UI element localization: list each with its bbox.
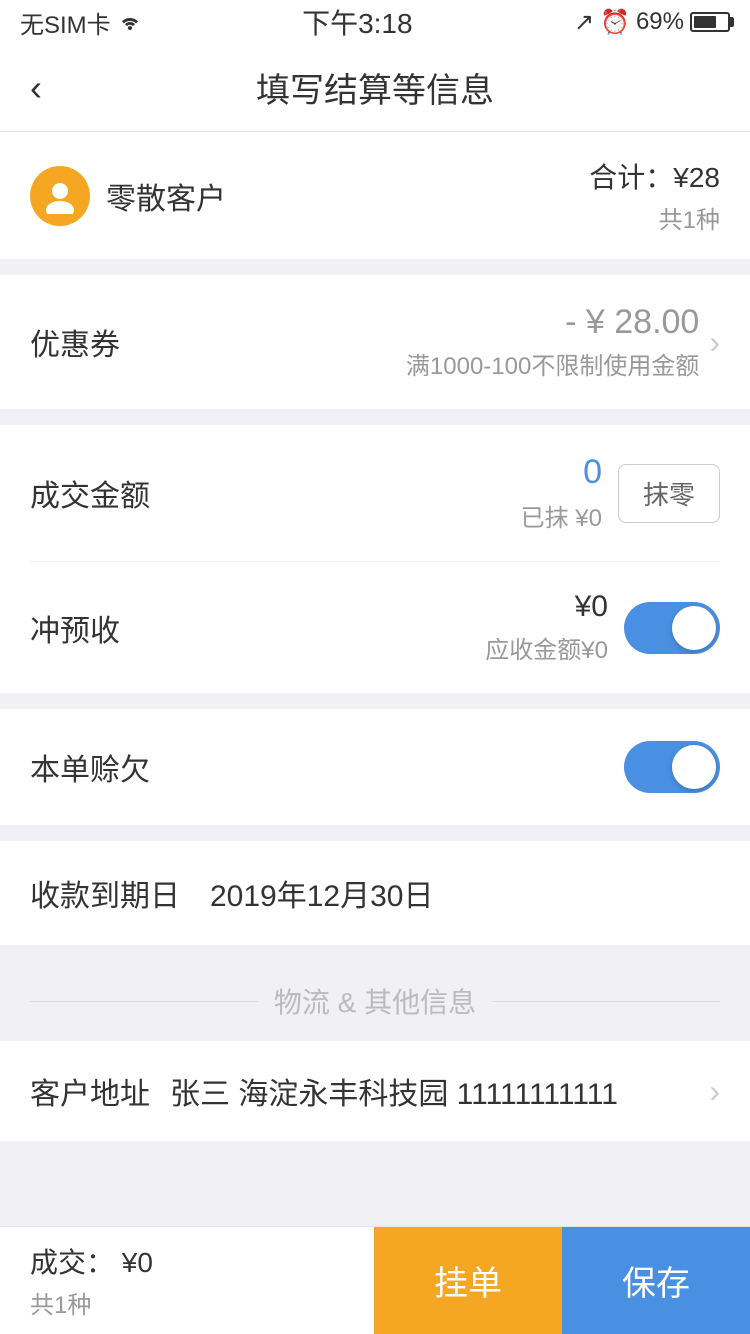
prepay-right-wrap: ¥0 应收金额¥0 bbox=[485, 590, 608, 665]
duedate-section: 收款到期日 2019年12月30日 bbox=[0, 841, 750, 945]
address-label: 客户地址 bbox=[30, 1069, 150, 1113]
customer-count: 共1种 bbox=[589, 200, 720, 235]
location-icon: ↗ bbox=[574, 8, 594, 37]
prepay-label: 冲预收 bbox=[30, 606, 120, 650]
transaction-label: 成交金额 bbox=[30, 471, 150, 515]
deal-label: 成交： bbox=[30, 1247, 114, 1278]
divider-line-right bbox=[492, 1001, 720, 1002]
divider-line-left bbox=[30, 1001, 258, 1002]
carrier-label: 无SIM卡 bbox=[20, 5, 111, 40]
logistics-divider: 物流 & 其他信息 bbox=[0, 961, 750, 1041]
transaction-sub: 已抹 ¥0 bbox=[521, 498, 602, 533]
bottom-count: 共1种 bbox=[30, 1285, 344, 1320]
transaction-right: 0 已抹 ¥0 抹零 bbox=[521, 453, 720, 533]
nav-bar: ‹ 填写结算等信息 bbox=[0, 44, 750, 132]
battery-icon bbox=[690, 12, 730, 32]
coupon-right: - ¥ 28.00 满1000-100不限制使用金额 › bbox=[406, 303, 720, 381]
prepay-right: ¥0 应收金额¥0 bbox=[485, 590, 720, 665]
duedate-label: 收款到期日 bbox=[30, 871, 180, 915]
debt-section: 本单赊欠 bbox=[0, 709, 750, 825]
battery-fill bbox=[694, 16, 716, 28]
transaction-section: 成交金额 0 已抹 ¥0 抹零 冲预收 ¥0 应收金额¥0 bbox=[0, 425, 750, 693]
duedate-row: 收款到期日 2019年12月30日 bbox=[30, 871, 720, 915]
status-bar: 无SIM卡 下午3:18 ↗ ⏰ 69% bbox=[0, 0, 750, 44]
customer-right: 合计：¥28 共1种 bbox=[589, 156, 720, 235]
round-off-button[interactable]: 抹零 bbox=[618, 464, 720, 523]
coupon-label: 优惠券 bbox=[30, 320, 120, 364]
person-icon bbox=[42, 178, 78, 214]
content: 零散客户 合计：¥28 共1种 优惠券 - ¥ 28.00 满1000-100不… bbox=[0, 132, 750, 1277]
address-chevron-icon: › bbox=[709, 1073, 720, 1110]
customer-row: 零散客户 合计：¥28 共1种 bbox=[0, 132, 750, 259]
status-left: 无SIM卡 bbox=[20, 5, 141, 40]
customer-total: 合计：¥28 bbox=[589, 156, 720, 196]
bottom-info: 成交： ¥0 共1种 bbox=[0, 1241, 374, 1320]
page-title: 填写结算等信息 bbox=[256, 63, 494, 112]
deal-value: ¥0 bbox=[122, 1247, 153, 1278]
battery-percent: 69% bbox=[636, 8, 684, 36]
avatar bbox=[30, 166, 90, 226]
coupon-row[interactable]: 优惠券 - ¥ 28.00 满1000-100不限制使用金额 › bbox=[0, 275, 750, 409]
bottom-bar: 成交： ¥0 共1种 挂单 保存 bbox=[0, 1226, 750, 1334]
debt-label: 本单赊欠 bbox=[30, 745, 150, 789]
debt-toggle[interactable] bbox=[624, 741, 720, 793]
prepay-toggle[interactable] bbox=[624, 602, 720, 654]
transaction-row: 成交金额 0 已抹 ¥0 抹零 bbox=[30, 425, 720, 562]
address-value: 张三 海淀永丰科技园 11111111111 bbox=[170, 1069, 693, 1113]
coupon-desc: 满1000-100不限制使用金额 bbox=[406, 346, 699, 381]
bottom-deal: 成交： ¥0 bbox=[30, 1241, 344, 1281]
logistics-label: 物流 & 其他信息 bbox=[274, 981, 476, 1021]
prepay-row: 冲预收 ¥0 应收金额¥0 bbox=[30, 562, 720, 693]
bottom-actions: 挂单 保存 bbox=[374, 1227, 750, 1334]
address-section[interactable]: 客户地址 张三 海淀永丰科技园 11111111111 › bbox=[0, 1041, 750, 1141]
save-button[interactable]: 保存 bbox=[562, 1227, 750, 1334]
back-button[interactable]: ‹ bbox=[30, 67, 42, 109]
transaction-value: 0 bbox=[521, 453, 602, 492]
status-right: ↗ ⏰ 69% bbox=[574, 8, 730, 37]
customer-left: 零散客户 bbox=[30, 166, 226, 226]
alarm-icon: ⏰ bbox=[600, 8, 630, 37]
prepay-value: ¥0 bbox=[485, 590, 608, 624]
status-time: 下午3:18 bbox=[302, 2, 413, 42]
prepay-sub: 应收金额¥0 bbox=[485, 630, 608, 665]
duedate-value: 2019年12月30日 bbox=[210, 871, 433, 915]
coupon-amount: - ¥ 28.00 bbox=[406, 303, 699, 342]
customer-name: 零散客户 bbox=[106, 174, 226, 218]
coupon-right-wrap: - ¥ 28.00 满1000-100不限制使用金额 bbox=[406, 303, 699, 381]
wifi-icon bbox=[119, 14, 141, 30]
hang-button[interactable]: 挂单 bbox=[374, 1227, 562, 1334]
chevron-right-icon: › bbox=[709, 324, 720, 361]
transaction-right-wrap: 0 已抹 ¥0 bbox=[521, 453, 602, 533]
